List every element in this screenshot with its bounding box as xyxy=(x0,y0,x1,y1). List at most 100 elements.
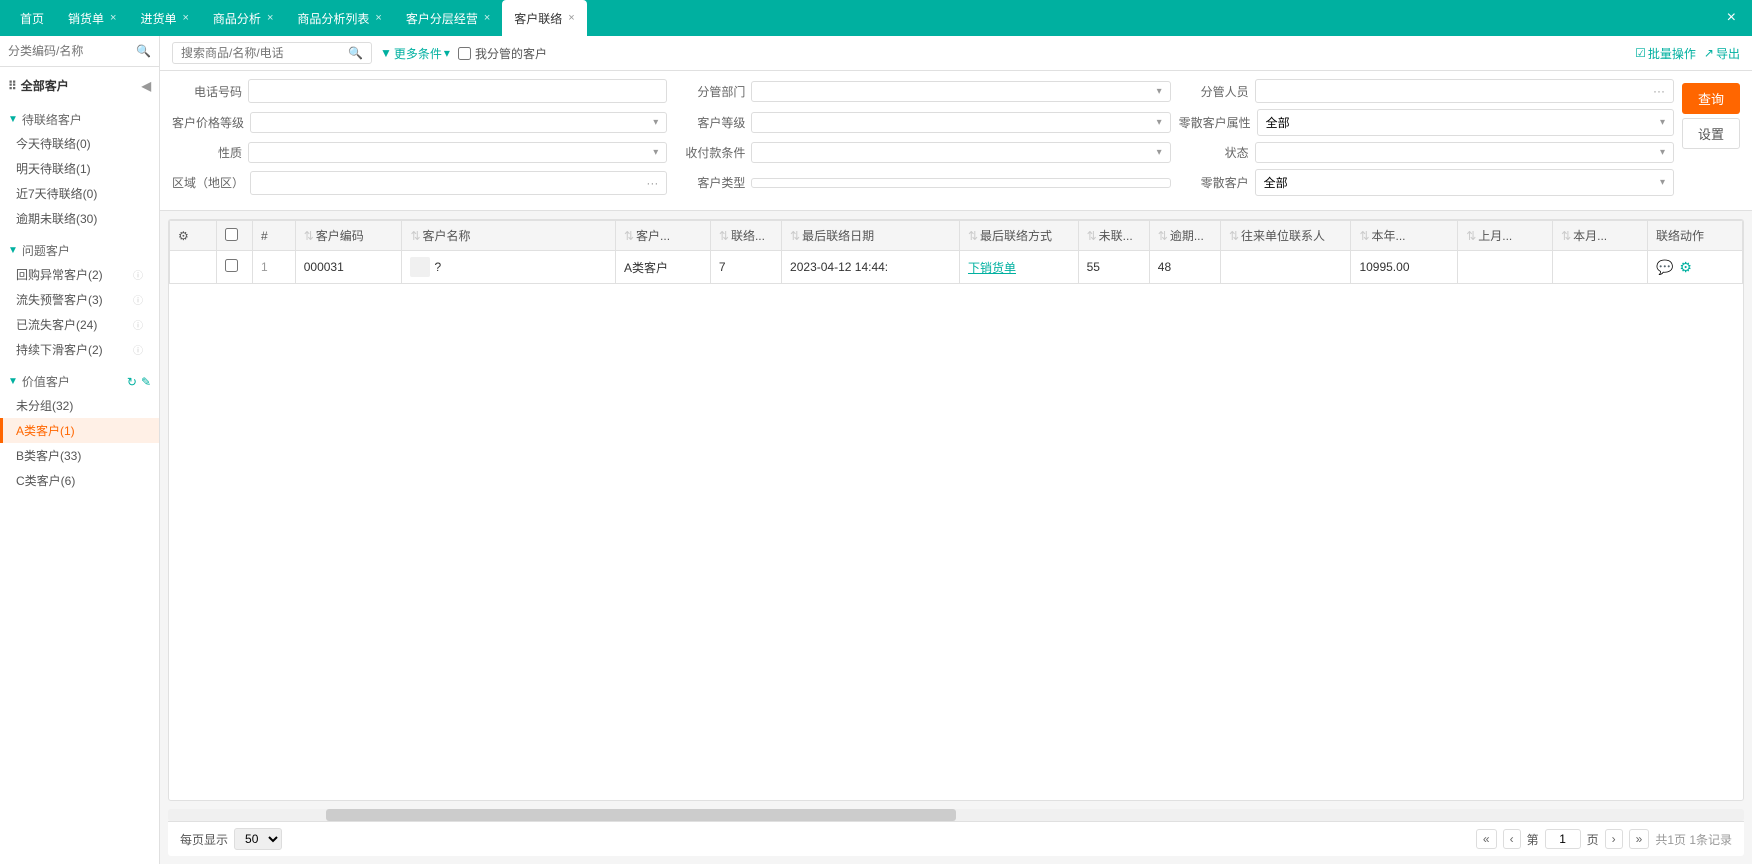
payment-select[interactable]: ▾ xyxy=(751,142,1170,163)
sort-icon[interactable]: ⇅ xyxy=(304,229,314,243)
chevron-icon: ▾ xyxy=(444,46,450,60)
price-level-select[interactable]: ▾ xyxy=(250,112,667,133)
nav-customer-tier-close[interactable]: × xyxy=(484,12,490,24)
row-checkbox[interactable] xyxy=(225,259,238,272)
customer-level-select[interactable]: ▾ xyxy=(751,112,1170,133)
my-customers-check[interactable] xyxy=(458,47,471,60)
sidebar-item-churn-warning[interactable]: 流失预警客户(3) ⓘ xyxy=(0,287,159,312)
select-all-checkbox[interactable] xyxy=(225,228,238,241)
dept-select[interactable]: ▾ xyxy=(751,81,1170,102)
export-button[interactable]: ↗ 导出 xyxy=(1704,45,1740,62)
query-button[interactable]: 查询 xyxy=(1682,83,1740,114)
refresh-icon[interactable]: ↻ xyxy=(127,375,137,389)
nav-product-analysis[interactable]: 商品分析 × xyxy=(201,0,285,36)
sort-icon-7[interactable]: ⇅ xyxy=(1087,229,1097,243)
row-unit-contact-cell xyxy=(1220,251,1350,284)
filter-phone: 电话号码 xyxy=(172,79,667,103)
payment-chevron: ▾ xyxy=(1157,147,1162,158)
nav-purchase-close[interactable]: × xyxy=(182,12,188,24)
col-uncontact: ⇅ 未联... xyxy=(1078,221,1149,251)
sidebar-search-input[interactable] xyxy=(8,44,132,58)
filter-icon: ▼ xyxy=(380,46,392,60)
group-pending-title[interactable]: ▼ 待联络客户 xyxy=(0,108,159,131)
sidebar-item-overdue[interactable]: 逾期未联络(30) xyxy=(0,206,159,231)
nature-select[interactable]: ▾ xyxy=(248,142,667,163)
nav-product-list-close[interactable]: × xyxy=(375,12,381,24)
sort-icon-5[interactable]: ⇅ xyxy=(790,229,800,243)
sort-icon-9[interactable]: ⇅ xyxy=(1229,229,1239,243)
batch-ops-button[interactable]: ☑ 批量操作 xyxy=(1635,45,1696,62)
nav-product-analysis-close[interactable]: × xyxy=(267,12,273,24)
region-dots[interactable]: ··· xyxy=(646,176,658,190)
scrollbar-thumb[interactable] xyxy=(326,809,956,821)
sidebar-item-c-class[interactable]: C类客户(6) xyxy=(0,468,159,493)
nav-sales[interactable]: 销货单 × xyxy=(56,0,128,36)
sidebar-item-ungrouped[interactable]: 未分组(32) xyxy=(0,393,159,418)
status-select[interactable]: ▾ xyxy=(1255,142,1674,163)
table-gear-icon[interactable]: ⚙ xyxy=(178,229,189,243)
filter-dept: 分管部门 ▾ xyxy=(675,81,1170,102)
edit-icon[interactable]: ✎ xyxy=(141,375,151,389)
more-action-icon[interactable]: ⚙ xyxy=(1679,259,1692,276)
sidebar-item-7days[interactable]: 近7天待联络(0) xyxy=(0,181,159,206)
sidebar-group-pending: ▼ 待联络客户 今天待联络(0) 明天待联络(1) 近7天待联络(0) 逾期未联… xyxy=(0,104,159,235)
group-value-title[interactable]: ▼ 价值客户 ↻ ✎ xyxy=(0,370,159,393)
sort-icon-4[interactable]: ⇅ xyxy=(719,229,729,243)
sort-icon-12[interactable]: ⇅ xyxy=(1561,229,1571,243)
manager-dots[interactable]: ··· xyxy=(1653,84,1665,98)
nav-home[interactable]: 首页 xyxy=(8,0,56,36)
batch-ops-area: ☑ 批量操作 ↗ 导出 xyxy=(1635,45,1740,62)
filter-search-input[interactable] xyxy=(181,46,344,60)
next-page-btn[interactable]: › xyxy=(1605,829,1623,849)
nav-customer-contact[interactable]: 客户联络 × xyxy=(502,0,586,36)
sort-icon-8[interactable]: ⇅ xyxy=(1158,229,1168,243)
customer-type-select[interactable] xyxy=(751,178,1170,188)
sidebar-item-tomorrow[interactable]: 明天待联络(1) xyxy=(0,156,159,181)
sidebar-item-a-class[interactable]: A类客户(1) xyxy=(0,418,159,443)
info-icon-1: ⓘ xyxy=(133,267,143,282)
nav-customer-contact-close[interactable]: × xyxy=(568,12,574,24)
row-contact-cell: 7 xyxy=(710,251,781,284)
manager-select[interactable]: ··· xyxy=(1255,79,1674,103)
last-method-link[interactable]: 下销货单 xyxy=(968,261,1016,275)
nav-customer-tier[interactable]: 客户分层经营 × xyxy=(394,0,502,36)
last-page-btn[interactable]: » xyxy=(1629,829,1650,849)
nav-sales-close[interactable]: × xyxy=(110,12,116,24)
sidebar-item-b-class[interactable]: B类客户(33) xyxy=(0,443,159,468)
nav-purchase[interactable]: 进货单 × xyxy=(128,0,200,36)
nav-product-list[interactable]: 商品分析列表 × xyxy=(285,0,393,36)
global-close-icon[interactable]: × xyxy=(1719,9,1744,27)
sort-icon-10[interactable]: ⇅ xyxy=(1359,229,1369,243)
sidebar-item-declining[interactable]: 持续下滑客户(2) ⓘ xyxy=(0,337,159,362)
settings-button[interactable]: 设置 xyxy=(1682,118,1740,149)
horizontal-scrollbar[interactable] xyxy=(168,809,1744,821)
sidebar-item-abnormal[interactable]: 回购异常客户(2) ⓘ xyxy=(0,262,159,287)
sort-icon-6[interactable]: ⇅ xyxy=(968,229,978,243)
group-problem-title[interactable]: ▼ 问题客户 xyxy=(0,239,159,262)
region-select[interactable]: ··· xyxy=(250,171,667,195)
sidebar-item-today[interactable]: 今天待联络(0) xyxy=(0,131,159,156)
page-size-select[interactable]: 50 xyxy=(234,828,282,850)
sort-icon-3[interactable]: ⇅ xyxy=(624,229,634,243)
prev-page-btn[interactable]: ‹ xyxy=(1503,829,1521,849)
retail-attr-select[interactable]: 全部 ▾ xyxy=(1257,109,1674,136)
row-this-year-cell: 10995.00 xyxy=(1351,251,1458,284)
collapse-icon[interactable]: ◀ xyxy=(142,79,151,93)
chat-action-icon[interactable]: 💬 xyxy=(1656,259,1673,276)
row-num-cell: 1 xyxy=(253,251,296,284)
sidebar-search-icon[interactable]: 🔍 xyxy=(136,44,151,58)
all-customers-header[interactable]: ⠿ 全部客户 ◀ xyxy=(8,73,151,98)
phone-input[interactable] xyxy=(248,79,667,103)
sort-icon-11[interactable]: ⇅ xyxy=(1466,229,1476,243)
filter-more-btn[interactable]: ▼ 更多条件 ▾ xyxy=(380,45,450,62)
sort-icon-2[interactable]: ⇅ xyxy=(410,229,420,243)
filter-manager: 分管人员 ··· xyxy=(1179,79,1674,103)
page-input[interactable] xyxy=(1545,829,1581,849)
filter-search-icon[interactable]: 🔍 xyxy=(348,46,363,60)
col-gear: ⚙ xyxy=(170,221,217,251)
row-overdue-cell: 48 xyxy=(1149,251,1220,284)
sidebar-item-churned[interactable]: 已流失客户(24) ⓘ xyxy=(0,312,159,337)
first-page-btn[interactable]: « xyxy=(1476,829,1497,849)
filter-row-2: 客户价格等级 ▾ 客户等级 ▾ xyxy=(172,109,1674,136)
retail-customer-select[interactable]: 全部 ▾ xyxy=(1255,169,1674,196)
